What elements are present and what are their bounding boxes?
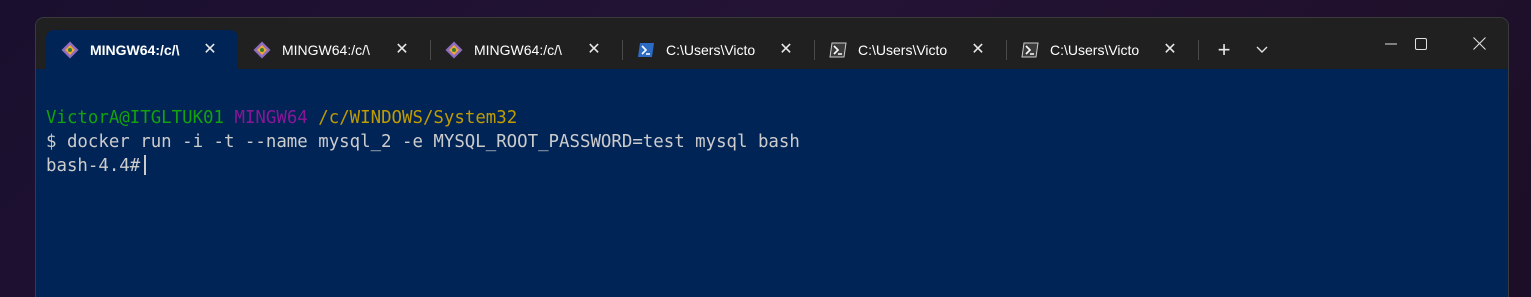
shell-prompt-line: bash-4.4# [46,154,1508,178]
tab-mingw64-1[interactable]: MINGW64:/c/\ ✕ [46,30,238,69]
tab-powershell-1[interactable]: C:\Users\Victo ✕ [622,30,814,69]
tab-label: C:\Users\Victo [858,41,948,58]
tab-label: MINGW64:/c/\ [282,41,370,58]
title-bar: MINGW64:/c/\ ✕ MINGW64:/c/\ ✕ MINGW64:/c… [36,18,1508,69]
maximize-icon [1415,37,1427,50]
tab-separator [1198,40,1199,60]
tab-mingw64-3[interactable]: MINGW64:/c/\ ✕ [430,30,622,69]
tab-label: MINGW64:/c/\ [90,41,180,58]
tab-dropdown-button[interactable] [1248,36,1276,64]
tab-mingw64-2[interactable]: MINGW64:/c/\ ✕ [238,30,430,69]
close-icon[interactable]: ✕ [200,39,220,59]
maximize-button[interactable] [1392,18,1450,69]
git-bash-icon [444,40,464,60]
close-icon[interactable]: ✕ [968,39,988,59]
text-cursor [144,155,147,175]
tab-powershell-2[interactable]: C:\Users\Victo ✕ [814,30,1006,69]
close-icon [1472,37,1486,50]
new-tab-button[interactable]: + [1208,36,1240,64]
powershell-icon [636,40,656,60]
tab-label: C:\Users\Victo [1050,41,1140,58]
shell-prompt: bash-4.4# [46,156,141,176]
prompt-line: VictorA@ITGLTUK01 MINGW64 /c/WINDOWS/Sys… [46,106,1508,130]
close-window-button[interactable] [1450,18,1508,69]
close-icon[interactable]: ✕ [776,39,796,59]
close-icon[interactable]: ✕ [584,39,604,59]
prompt-env: MINGW64 [234,108,308,128]
powershell-icon [828,40,848,60]
git-bash-icon [252,40,272,60]
powershell-icon [1020,40,1040,60]
prompt-path: /c/WINDOWS/System32 [318,108,518,128]
close-icon[interactable]: ✕ [392,39,412,59]
plus-icon: + [1217,37,1231,62]
tab-powershell-3[interactable]: C:\Users\Victo ✕ [1006,30,1198,69]
tab-label: MINGW64:/c/\ [474,41,562,58]
close-icon[interactable]: ✕ [1160,39,1180,59]
prompt-user: VictorA@ITGLTUK01 [46,108,224,128]
tab-label: C:\Users\Victo [666,41,756,58]
terminal-output[interactable]: VictorA@ITGLTUK01 MINGW64 /c/WINDOWS/Sys… [36,69,1508,297]
chevron-down-icon [1256,46,1268,53]
git-bash-icon [60,40,80,60]
terminal-window: MINGW64:/c/\ ✕ MINGW64:/c/\ ✕ MINGW64:/c… [36,18,1508,297]
command-line: $ docker run -i -t --name mysql_2 -e MYS… [46,132,800,152]
